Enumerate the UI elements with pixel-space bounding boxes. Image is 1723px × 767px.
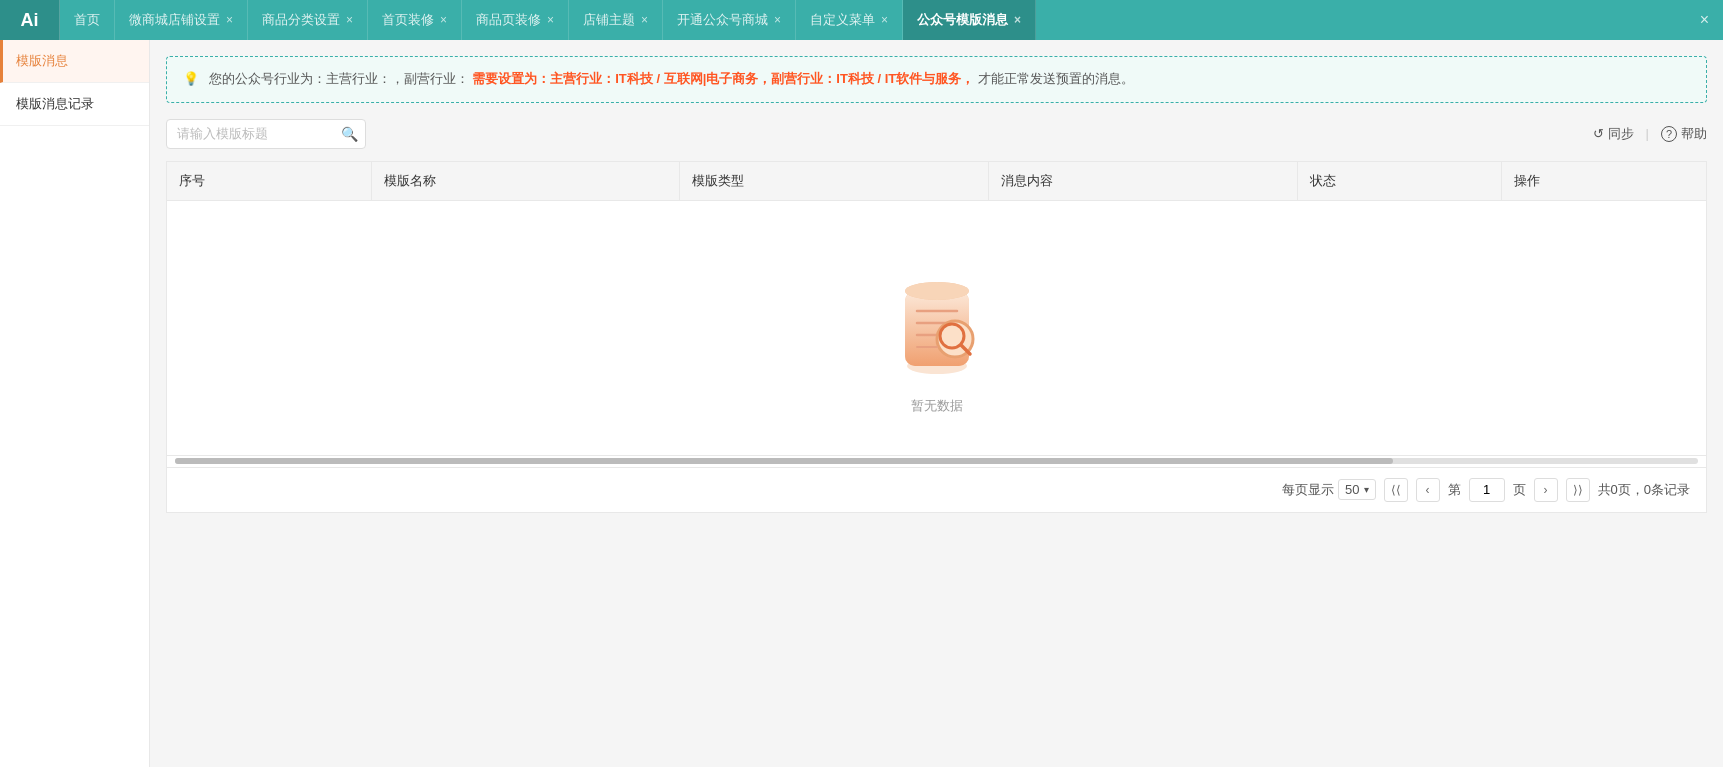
scrollbar-track[interactable] bbox=[175, 458, 1698, 464]
empty-illustration bbox=[877, 261, 997, 381]
chevron-down-icon: ▾ bbox=[1364, 484, 1369, 495]
empty-text: 暂无数据 bbox=[167, 397, 1706, 415]
page-size-box[interactable]: 50 ▾ bbox=[1338, 479, 1375, 500]
first-page-button[interactable]: ⟨⟨ bbox=[1384, 478, 1408, 502]
close-tab-product-decor[interactable]: × bbox=[547, 14, 554, 26]
top-nav: Ai 首页微商城店铺设置×商品分类设置×首页装修×商品页装修×店铺主题×开通公众… bbox=[0, 0, 1723, 40]
search-input[interactable] bbox=[166, 119, 366, 149]
notice-box: 💡 您的公众号行业为：主营行业：，副营行业： 需要设置为：主营行业：IT科技 /… bbox=[166, 56, 1707, 103]
close-tab-store-theme[interactable]: × bbox=[641, 14, 648, 26]
notice-highlight: 需要设置为：主营行业：IT科技 / 互联网|电子商务，副营行业：IT科技 / I… bbox=[472, 71, 974, 86]
close-tab-home-decor[interactable]: × bbox=[440, 14, 447, 26]
sync-button[interactable]: ↺ 同步 bbox=[1593, 125, 1634, 143]
next-page-button[interactable]: › bbox=[1534, 478, 1558, 502]
nav-tab-store-theme[interactable]: 店铺主题× bbox=[569, 0, 663, 40]
page-label-after: 页 bbox=[1513, 481, 1526, 499]
notice-prefix: 您的公众号行业为：主营行业：，副营行业： bbox=[209, 71, 469, 86]
help-icon: ? bbox=[1661, 126, 1677, 142]
sidebar: 模版消息模版消息记录 bbox=[0, 40, 150, 767]
svg-point-4 bbox=[905, 282, 969, 300]
bulb-icon: 💡 bbox=[183, 71, 199, 86]
notice-suffix: 才能正常发送预置的消息。 bbox=[978, 71, 1134, 86]
col-header-name: 模版名称 bbox=[371, 161, 680, 200]
col-header-type: 模版类型 bbox=[680, 161, 989, 200]
col-header-seq: 序号 bbox=[167, 161, 372, 200]
close-tab-shop-settings[interactable]: × bbox=[226, 14, 233, 26]
app-logo: Ai bbox=[0, 0, 60, 40]
pagination-bar: 每页显示 50 ▾ ⟨⟨ ‹ 第 页 › ⟩⟩ 共0页，0条记录 bbox=[166, 468, 1707, 513]
search-bar: 🔍 ↺ 同步 | ? 帮助 bbox=[166, 119, 1707, 149]
content-area: 💡 您的公众号行业为：主营行业：，副营行业： 需要设置为：主营行业：IT科技 /… bbox=[150, 40, 1723, 767]
toolbar-right: ↺ 同步 | ? 帮助 bbox=[1593, 125, 1707, 143]
help-label: 帮助 bbox=[1681, 125, 1707, 143]
nav-tabs: 首页微商城店铺设置×商品分类设置×首页装修×商品页装修×店铺主题×开通公众号商城… bbox=[60, 0, 1686, 40]
page-label-before: 第 bbox=[1448, 481, 1461, 499]
data-table: 序号模版名称模版类型消息内容状态操作 bbox=[166, 161, 1707, 201]
help-button[interactable]: ? 帮助 bbox=[1661, 125, 1707, 143]
nav-tab-category-settings[interactable]: 商品分类设置× bbox=[248, 0, 368, 40]
search-icon[interactable]: 🔍 bbox=[341, 126, 358, 142]
scrollbar-area[interactable] bbox=[166, 456, 1707, 468]
empty-state: 暂无数据 bbox=[166, 201, 1707, 456]
col-header-status: 状态 bbox=[1297, 161, 1502, 200]
page-size-label: 每页显示 bbox=[1282, 481, 1334, 499]
close-all-button[interactable]: × bbox=[1686, 11, 1723, 29]
page-input[interactable] bbox=[1469, 478, 1505, 502]
sidebar-item-template-msg-log[interactable]: 模版消息记录 bbox=[0, 83, 149, 126]
nav-tab-home-decor[interactable]: 首页装修× bbox=[368, 0, 462, 40]
nav-tab-shop-settings[interactable]: 微商城店铺设置× bbox=[115, 0, 248, 40]
page-size-select: 每页显示 50 ▾ bbox=[1282, 479, 1375, 500]
nav-tab-home[interactable]: 首页 bbox=[60, 0, 115, 40]
prev-page-button[interactable]: ‹ bbox=[1416, 478, 1440, 502]
search-input-wrap: 🔍 bbox=[166, 119, 366, 149]
sync-label: 同步 bbox=[1608, 125, 1634, 143]
nav-tab-open-wechat[interactable]: 开通公众号商城× bbox=[663, 0, 796, 40]
nav-tab-custom-menu[interactable]: 自定义菜单× bbox=[796, 0, 903, 40]
table-header-row: 序号模版名称模版类型消息内容状态操作 bbox=[167, 161, 1707, 200]
page-size-value: 50 bbox=[1345, 482, 1359, 497]
col-header-action: 操作 bbox=[1502, 161, 1707, 200]
close-tab-category-settings[interactable]: × bbox=[346, 14, 353, 26]
close-tab-template-msg[interactable]: × bbox=[1014, 14, 1021, 26]
sidebar-item-template-msg[interactable]: 模版消息 bbox=[0, 40, 149, 83]
toolbar-divider: | bbox=[1646, 126, 1649, 141]
col-header-content: 消息内容 bbox=[989, 161, 1298, 200]
sync-icon: ↺ bbox=[1593, 126, 1604, 141]
page-total: 共0页，0条记录 bbox=[1598, 481, 1690, 499]
close-tab-custom-menu[interactable]: × bbox=[881, 14, 888, 26]
scrollbar-thumb[interactable] bbox=[175, 458, 1393, 464]
nav-tab-template-msg[interactable]: 公众号模版消息× bbox=[903, 0, 1036, 40]
nav-tab-product-decor[interactable]: 商品页装修× bbox=[462, 0, 569, 40]
main-layout: 模版消息模版消息记录 💡 您的公众号行业为：主营行业：，副营行业： 需要设置为：… bbox=[0, 40, 1723, 767]
last-page-button[interactable]: ⟩⟩ bbox=[1566, 478, 1590, 502]
close-tab-open-wechat[interactable]: × bbox=[774, 14, 781, 26]
